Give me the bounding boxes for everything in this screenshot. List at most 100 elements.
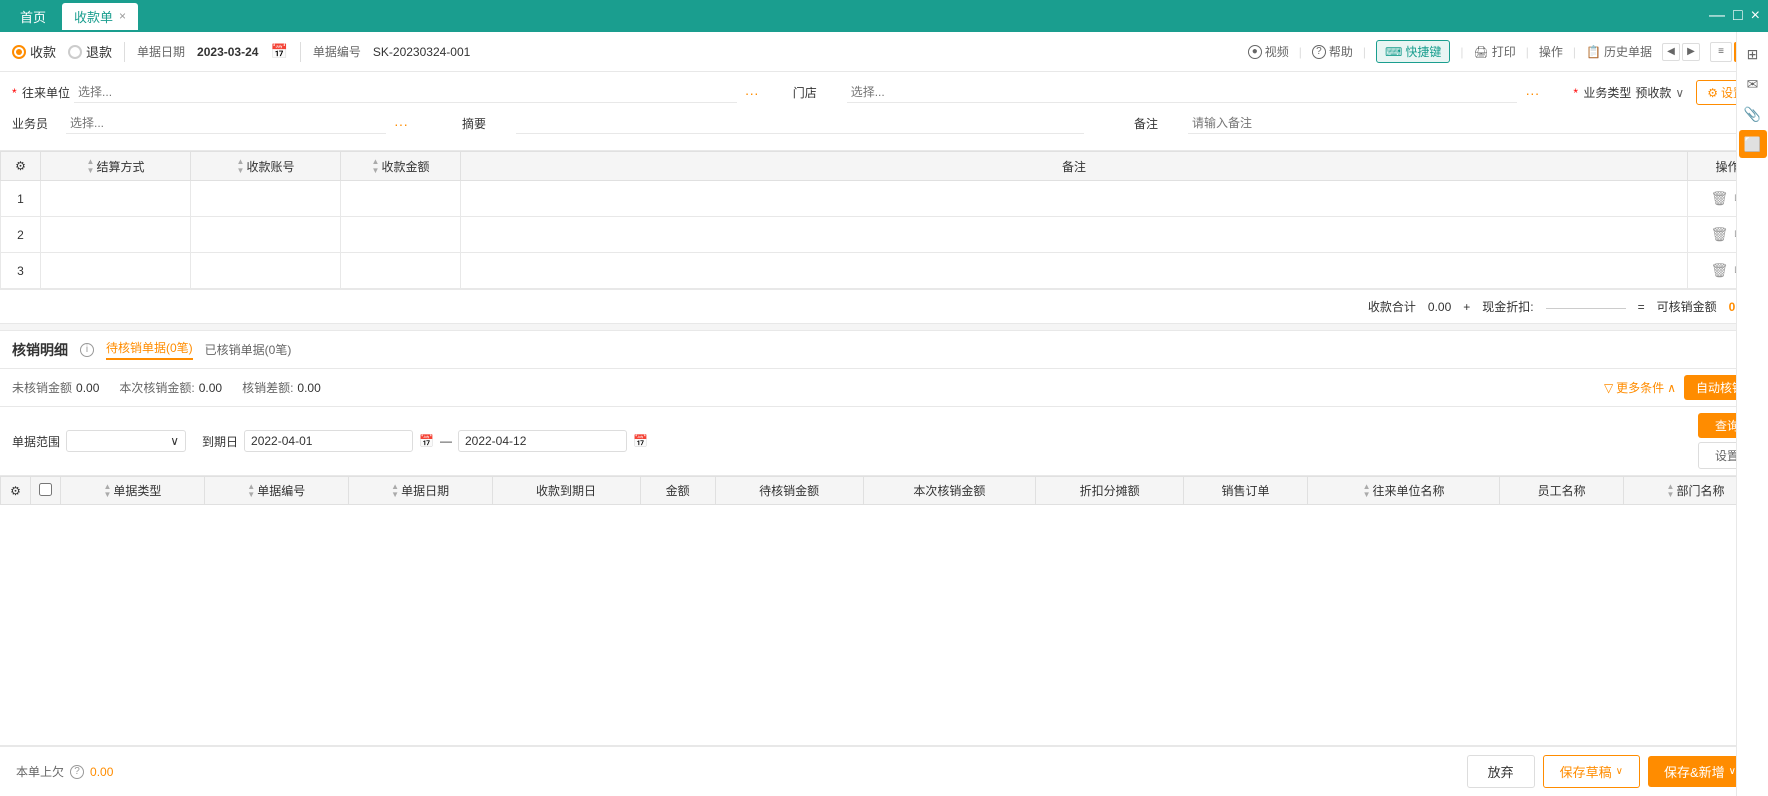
video-action[interactable]: ● 视频 xyxy=(1248,43,1289,60)
remark-input[interactable] xyxy=(1188,113,1756,134)
radio-receipt-dot xyxy=(12,45,26,59)
row-3-remark-input[interactable] xyxy=(461,253,1687,288)
bt-th-gear[interactable]: ⚙ xyxy=(1,477,31,505)
nav-arrows: ◀ ▶ xyxy=(1662,43,1700,61)
row-1-amount-input[interactable] xyxy=(341,181,460,216)
counterparty-input[interactable] xyxy=(74,82,737,103)
th-gear[interactable]: ⚙ xyxy=(1,152,41,181)
receipt-table-area: ⚙ ▲▼ 结算方式 ▲▼ 收款账号 xyxy=(0,151,1768,289)
row-3-amount-input[interactable] xyxy=(341,253,460,288)
discount-input[interactable] xyxy=(1546,304,1626,309)
radio-refund[interactable]: 退款 xyxy=(68,42,112,61)
bt-th-bill-date: ▲▼单据日期 xyxy=(348,477,492,505)
required-star-1: * xyxy=(12,86,17,100)
radio-receipt[interactable]: 收款 xyxy=(12,42,56,61)
hexiao-info-icon[interactable]: i xyxy=(80,343,94,357)
operate-action[interactable]: 操作 xyxy=(1539,43,1563,60)
receipt-type-group: 收款 退款 xyxy=(12,42,112,61)
row-3-settle[interactable] xyxy=(41,253,191,289)
row-1-amount[interactable] xyxy=(341,181,461,217)
to-date-input[interactable] xyxy=(458,430,627,452)
staff-input[interactable] xyxy=(66,113,386,134)
help-action[interactable]: ? 帮助 xyxy=(1312,43,1353,60)
pending-tab[interactable]: 待核销单据(0笔) xyxy=(106,339,193,360)
row-2-amount[interactable] xyxy=(341,217,461,253)
abandon-button[interactable]: 放弃 xyxy=(1467,755,1535,788)
window-min-icon[interactable]: — xyxy=(1709,7,1725,25)
hexiao-right: ▽ 更多条件 ∧ 自动核销 xyxy=(1604,375,1756,400)
window-max-icon[interactable]: □ xyxy=(1733,7,1743,25)
bt-th-amount: 金额 xyxy=(640,477,715,505)
row-2-remark-input[interactable] xyxy=(461,217,1687,252)
row-1-remark-input[interactable] xyxy=(461,181,1687,216)
row-2-account[interactable] xyxy=(191,217,341,253)
view-list-icon[interactable]: ≡ xyxy=(1710,42,1732,62)
counterparty-more-icon[interactable]: ··· xyxy=(741,85,763,101)
row-2-account-input[interactable] xyxy=(191,217,340,252)
bt-th-counterparty: ▲▼往来单位名称 xyxy=(1307,477,1500,505)
row-2-remark[interactable] xyxy=(461,217,1688,253)
radio-refund-label: 退款 xyxy=(86,42,112,61)
staff-more-icon[interactable]: ··· xyxy=(390,116,412,132)
bt-gear-icon[interactable]: ⚙ xyxy=(10,484,21,498)
from-date-input[interactable] xyxy=(244,430,413,452)
bt-th-discount: 折扣分摊额 xyxy=(1036,477,1184,505)
shortcut-button[interactable]: ⌨ 快捷键 xyxy=(1376,40,1450,63)
sidebar-table-icon[interactable]: ⊞ xyxy=(1739,40,1767,68)
print-action[interactable]: 🖨 打印 xyxy=(1474,43,1516,60)
business-type-dropdown-icon[interactable]: ∨ xyxy=(1675,86,1684,100)
sidebar-camera-icon[interactable]: ⬜ xyxy=(1739,130,1767,158)
tab-home[interactable]: 首页 xyxy=(8,3,58,30)
save-draft-button[interactable]: 保存草稿 ∨ xyxy=(1543,755,1640,788)
business-type-field: * 业务类型 预收款 ∨ xyxy=(1573,84,1684,101)
bottom-table-area: ⚙ ▲▼单据类型 ▲▼单据编号 ▲▼单据日期 收款到期 xyxy=(0,476,1768,745)
toolbar-row: 收款 退款 单据日期 2023-03-24 📅 单据编号 SK-20230324… xyxy=(0,32,1768,72)
sidebar-clip-icon[interactable]: 📎 xyxy=(1739,100,1767,128)
row-3-account[interactable] xyxy=(191,253,341,289)
done-tab[interactable]: 已核销单据(0笔) xyxy=(205,341,292,358)
sidebar-mail-icon[interactable]: ✉ xyxy=(1739,70,1767,98)
summary-label: 摘要 xyxy=(462,115,512,132)
row-1-settle-input[interactable] xyxy=(41,181,190,216)
discount-label: 现金折扣: xyxy=(1482,298,1533,315)
table-gear-icon[interactable]: ⚙ xyxy=(15,159,26,173)
row-1-settle[interactable] xyxy=(41,181,191,217)
row-1-account[interactable] xyxy=(191,181,341,217)
table-row: 2 🗑 ⧉ xyxy=(1,217,1768,253)
radio-receipt-label: 收款 xyxy=(30,42,56,61)
footer-label: 本单上欠 xyxy=(16,763,64,780)
tab-active[interactable]: 收款单 × xyxy=(62,3,138,30)
window-close-icon[interactable]: × xyxy=(1751,7,1760,25)
row-3-delete-icon[interactable]: 🗑 xyxy=(1711,262,1729,279)
bill-label: 单据编号 xyxy=(313,43,361,60)
row-2-delete-icon[interactable]: 🗑 xyxy=(1711,226,1729,243)
summary-field: 摘要 xyxy=(462,113,1084,134)
bt-select-all-checkbox[interactable] xyxy=(39,483,52,496)
store-input[interactable] xyxy=(847,82,1518,103)
toolbar-sep-1 xyxy=(124,42,125,62)
more-conditions-btn[interactable]: ▽ 更多条件 ∧ xyxy=(1604,379,1676,396)
row-2-amount-input[interactable] xyxy=(341,217,460,252)
calendar-from-icon[interactable]: 📅 xyxy=(419,434,434,448)
history-action[interactable]: 📋 历史单据 xyxy=(1586,43,1652,60)
row-2-settle-input[interactable] xyxy=(41,217,190,252)
row-1-delete-icon[interactable]: 🗑 xyxy=(1711,190,1729,207)
date-calendar-icon[interactable]: 📅 xyxy=(270,43,287,60)
row-2-settle[interactable] xyxy=(41,217,191,253)
store-more-icon[interactable]: ··· xyxy=(1521,85,1543,101)
summary-input[interactable] xyxy=(516,113,1084,134)
footer-info-icon[interactable]: ? xyxy=(70,765,84,779)
tab-close-icon[interactable]: × xyxy=(119,9,126,23)
nav-next-icon[interactable]: ▶ xyxy=(1682,43,1700,61)
bt-th-checkbox[interactable] xyxy=(31,477,61,505)
row-1-remark[interactable] xyxy=(461,181,1688,217)
row-1-account-input[interactable] xyxy=(191,181,340,216)
nav-prev-icon[interactable]: ◀ xyxy=(1662,43,1680,61)
row-3-remark[interactable] xyxy=(461,253,1688,289)
row-3-account-input[interactable] xyxy=(191,253,340,288)
hexiao-stats: 未核销金额 0.00 本次核销金额: 0.00 核销差额: 0.00 ▽ 更多条… xyxy=(0,369,1768,407)
calendar-to-icon[interactable]: 📅 xyxy=(633,434,648,448)
bill-range-select[interactable]: ∨ xyxy=(66,430,186,452)
row-3-amount[interactable] xyxy=(341,253,461,289)
row-3-settle-input[interactable] xyxy=(41,253,190,288)
